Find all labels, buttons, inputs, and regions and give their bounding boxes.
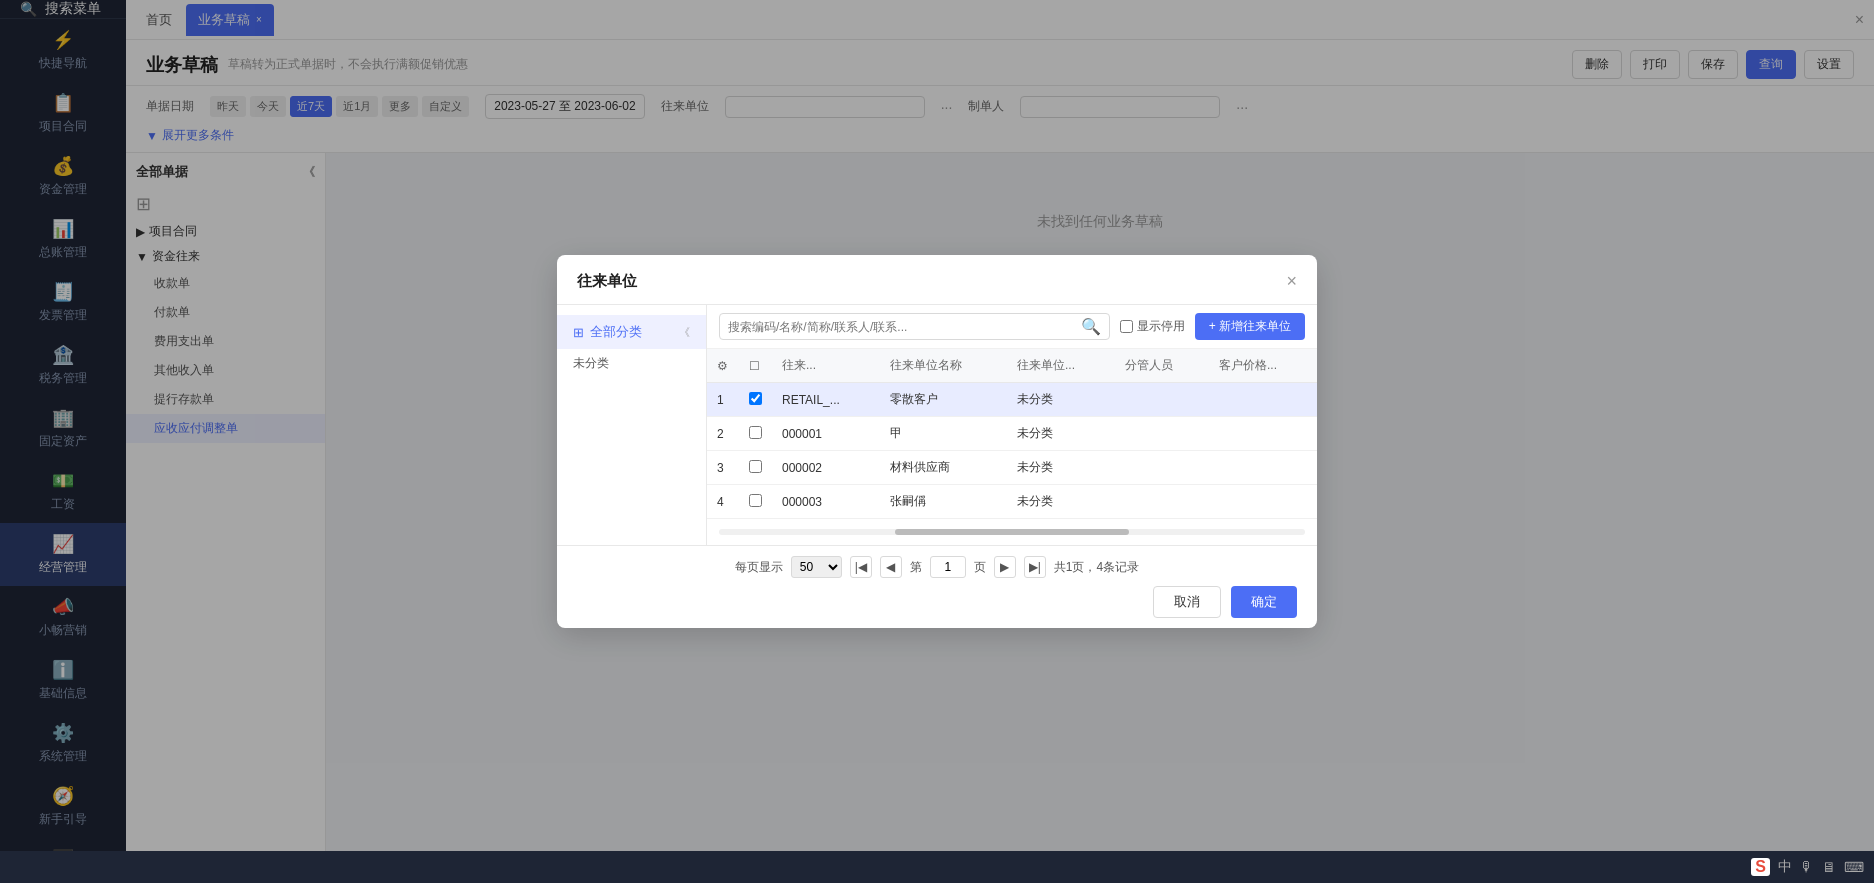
grid-sidebar-icon: ⊞ <box>573 325 584 340</box>
td-check[interactable] <box>739 383 772 417</box>
table-row[interactable]: 1 RETAIL_... 零散客户 未分类 <box>707 383 1317 417</box>
table-row[interactable]: 2 000001 甲 未分类 <box>707 417 1317 451</box>
td-price <box>1209 383 1317 417</box>
total-info: 共1页，4条记录 <box>1054 559 1139 576</box>
td-price <box>1209 485 1317 519</box>
td-category: 未分类 <box>1007 417 1115 451</box>
collapse-dialog-sidebar-icon[interactable]: 《 <box>679 325 690 340</box>
table-header-row: ⚙ ☐ 往来... 往来单位名称 往来单位... 分管人员 客户价格... <box>707 349 1317 383</box>
td-num: 3 <box>707 451 739 485</box>
th-manager: 分管人员 <box>1115 349 1209 383</box>
td-code: 000003 <box>772 485 880 519</box>
td-price <box>1209 417 1317 451</box>
td-check[interactable] <box>739 485 772 519</box>
td-name: 材料供应商 <box>880 451 1007 485</box>
th-check[interactable]: ☐ <box>739 349 772 383</box>
td-category: 未分类 <box>1007 451 1115 485</box>
td-category: 未分类 <box>1007 383 1115 417</box>
dialog-category-uncategorized[interactable]: 未分类 <box>557 349 706 378</box>
th-code: 往来... <box>772 349 880 383</box>
show-disabled-checkbox[interactable] <box>1120 320 1133 333</box>
dialog-main: 🔍 显示停用 + 新增往来单位 ⚙ ☐ 往来... <box>707 305 1317 545</box>
td-category: 未分类 <box>1007 485 1115 519</box>
dialog-header: 往来单位 × <box>557 255 1317 305</box>
scrollbar-thumb <box>895 529 1129 535</box>
dialog-body: ⊞ 全部分类 《 未分类 🔍 显示停用 + 新增往来单位 <box>557 305 1317 545</box>
dialog-sidebar-all[interactable]: ⊞ 全部分类 《 <box>557 315 706 349</box>
th-name: 往来单位名称 <box>880 349 1007 383</box>
dialog-footer: 每页显示 50 100 |◀ ◀ 第 页 ▶ ▶| 共1页，4条记录 取消 确定 <box>557 545 1317 628</box>
first-page-button[interactable]: |◀ <box>850 556 872 578</box>
all-category-label: 全部分类 <box>590 323 642 341</box>
table-scroll[interactable]: ⚙ ☐ 往来... 往来单位名称 往来单位... 分管人员 客户价格... <box>707 349 1317 519</box>
taskbar-monitor-icon[interactable]: 🖥 <box>1822 859 1836 875</box>
th-settings[interactable]: ⚙ <box>707 349 739 383</box>
show-disabled-label[interactable]: 显示停用 <box>1120 318 1185 335</box>
th-price: 客户价格... <box>1209 349 1317 383</box>
partner-dialog: 往来单位 × ⊞ 全部分类 《 未分类 🔍 <box>557 255 1317 628</box>
taskbar: S 中 🎙 🖥 ⌨ <box>0 851 1874 883</box>
taskbar-mic-icon[interactable]: 🎙 <box>1800 859 1814 875</box>
dialog-sidebar: ⊞ 全部分类 《 未分类 <box>557 305 707 545</box>
td-code: RETAIL_... <box>772 383 880 417</box>
td-check[interactable] <box>739 451 772 485</box>
add-partner-button[interactable]: + 新增往来单位 <box>1195 313 1305 340</box>
page-unit: 页 <box>974 559 986 576</box>
td-code: 000002 <box>772 451 880 485</box>
td-name: 零散客户 <box>880 383 1007 417</box>
taskbar-keyboard-icon[interactable]: ⌨ <box>1844 859 1864 875</box>
last-page-button[interactable]: ▶| <box>1024 556 1046 578</box>
th-category: 往来单位... <box>1007 349 1115 383</box>
td-manager <box>1115 451 1209 485</box>
next-page-button[interactable]: ▶ <box>994 556 1016 578</box>
search-icon: 🔍 <box>1081 317 1101 336</box>
search-input[interactable] <box>728 320 1075 334</box>
page-input[interactable] <box>930 556 966 578</box>
page-size-select[interactable]: 50 100 <box>791 556 842 578</box>
table-row[interactable]: 4 000003 张嗣偁 未分类 <box>707 485 1317 519</box>
td-manager <box>1115 383 1209 417</box>
confirm-button[interactable]: 确定 <box>1231 586 1297 618</box>
taskbar-s-icon[interactable]: S <box>1751 858 1770 876</box>
td-code: 000001 <box>772 417 880 451</box>
partner-table: ⚙ ☐ 往来... 往来单位名称 往来单位... 分管人员 客户价格... <box>707 349 1317 519</box>
td-name: 张嗣偁 <box>880 485 1007 519</box>
pagination: 每页显示 50 100 |◀ ◀ 第 页 ▶ ▶| 共1页，4条记录 <box>577 556 1297 578</box>
taskbar-lang-icon[interactable]: 中 <box>1778 858 1792 876</box>
table-row[interactable]: 3 000002 材料供应商 未分类 <box>707 451 1317 485</box>
dialog-toolbar: 🔍 显示停用 + 新增往来单位 <box>707 305 1317 349</box>
dialog-title: 往来单位 <box>577 272 637 291</box>
td-name: 甲 <box>880 417 1007 451</box>
dialog-close-button[interactable]: × <box>1286 271 1297 292</box>
td-num: 2 <box>707 417 739 451</box>
prev-page-button[interactable]: ◀ <box>880 556 902 578</box>
horizontal-scrollbar[interactable] <box>719 529 1305 535</box>
td-num: 4 <box>707 485 739 519</box>
td-manager <box>1115 485 1209 519</box>
table-body: 1 RETAIL_... 零散客户 未分类 2 <box>707 383 1317 519</box>
page-size-label: 每页显示 <box>735 559 783 576</box>
page-label: 第 <box>910 559 922 576</box>
td-manager <box>1115 417 1209 451</box>
td-num: 1 <box>707 383 739 417</box>
td-check[interactable] <box>739 417 772 451</box>
cancel-button[interactable]: 取消 <box>1153 586 1221 618</box>
table-head: ⚙ ☐ 往来... 往来单位名称 往来单位... 分管人员 客户价格... <box>707 349 1317 383</box>
show-disabled-text: 显示停用 <box>1137 318 1185 335</box>
td-price <box>1209 451 1317 485</box>
dialog-overlay: 往来单位 × ⊞ 全部分类 《 未分类 🔍 <box>0 0 1874 883</box>
dialog-action-buttons: 取消 确定 <box>577 586 1297 618</box>
search-box[interactable]: 🔍 <box>719 313 1110 340</box>
